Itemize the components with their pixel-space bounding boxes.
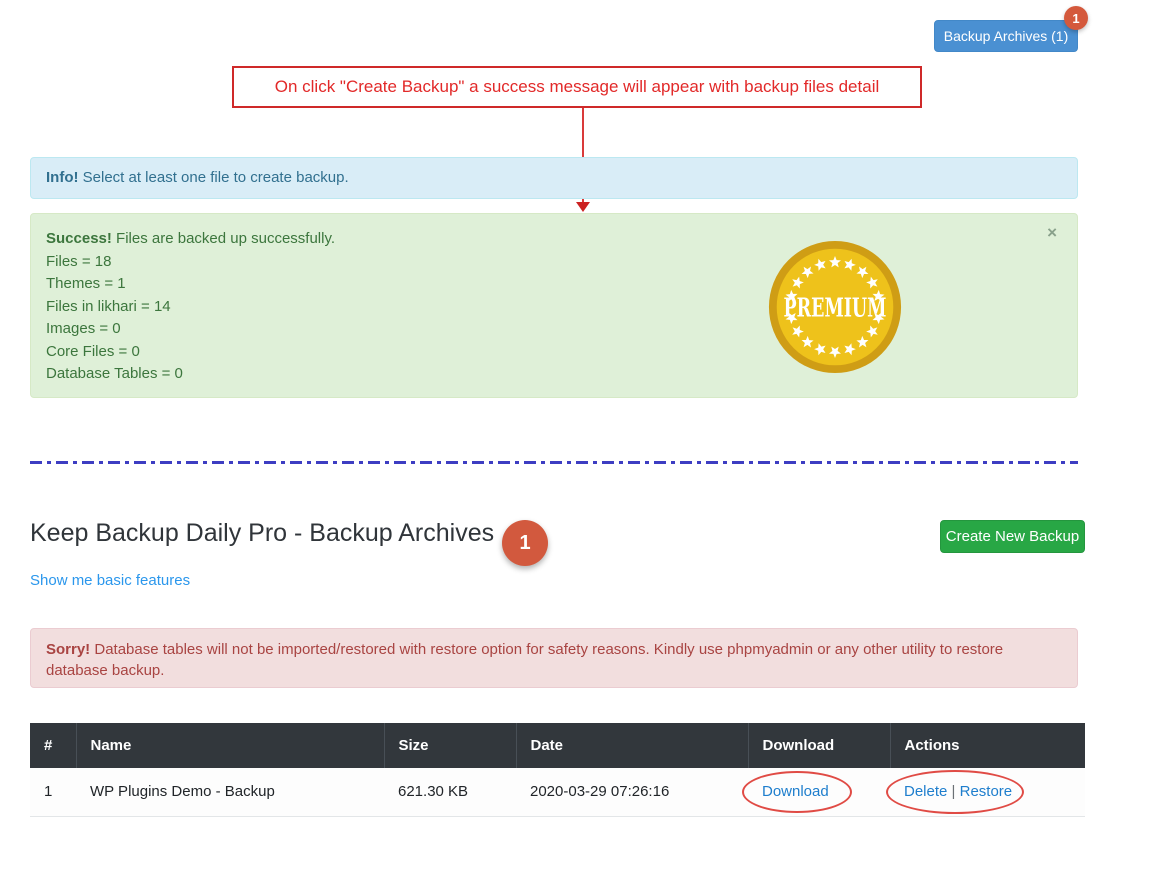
warning-alert-message: Database tables will not be imported/res…: [46, 641, 1003, 679]
info-alert-title: Info!: [46, 169, 78, 186]
success-alert-title: Success!: [46, 230, 112, 247]
annotation-callout: On click "Create Backup" a success messa…: [232, 66, 922, 108]
annotation-callout-text: On click "Create Backup" a success messa…: [275, 77, 880, 97]
success-detail-line: Database Tables = 0: [46, 363, 1062, 386]
table-header: # Name Size Date Download Actions: [30, 723, 1085, 768]
row-actions-cell: Delete | Restore: [890, 768, 1085, 816]
success-detail-line: Files in likhari = 14: [46, 296, 1062, 319]
row-name-cell: WP Plugins Demo - Backup: [76, 768, 384, 816]
download-link[interactable]: Download: [762, 783, 829, 800]
create-new-backup-button[interactable]: Create New Backup: [940, 520, 1085, 553]
annotation-arrow-head-icon: [576, 202, 590, 212]
success-alert-message: Files are backed up successfully.: [112, 230, 335, 247]
info-alert-message: Select at least one file to create backu…: [78, 169, 348, 186]
table-row: 1 WP Plugins Demo - Backup 621.30 KB 202…: [30, 768, 1085, 816]
column-header-actions: Actions: [890, 723, 1085, 768]
success-alert: Success! Files are backed up successfull…: [30, 213, 1078, 398]
success-detail-line: Files = 18: [46, 251, 1062, 274]
link-separator: |: [952, 783, 956, 800]
row-index-cell: 1: [30, 768, 76, 816]
page-title: Keep Backup Daily Pro - Backup Archives: [30, 519, 494, 548]
info-alert: Info! Select at least one file to create…: [30, 157, 1078, 199]
close-icon[interactable]: ×: [1047, 224, 1057, 241]
column-header-download: Download: [748, 723, 890, 768]
success-detail-line: Core Files = 0: [46, 341, 1062, 364]
premium-badge-text: PREMIUM: [784, 293, 887, 324]
backup-archives-table: # Name Size Date Download Actions 1 WP P…: [30, 723, 1085, 817]
success-alert-headline: Success! Files are backed up successfull…: [46, 228, 1062, 251]
step-badge: 1: [502, 520, 548, 566]
success-detail-line: Images = 0: [46, 318, 1062, 341]
show-basic-features-link[interactable]: Show me basic features: [30, 572, 190, 589]
backup-plugin-page: { "header": { "backup_archives_button": …: [0, 0, 1157, 887]
notification-badge: 1: [1064, 6, 1088, 30]
delete-link[interactable]: Delete: [904, 783, 947, 800]
row-size-cell: 621.30 KB: [384, 768, 516, 816]
warning-alert: Sorry! Database tables will not be impor…: [30, 628, 1078, 688]
row-date-cell: 2020-03-29 07:26:16: [516, 768, 748, 816]
restore-link[interactable]: Restore: [960, 783, 1013, 800]
column-header-date: Date: [516, 723, 748, 768]
row-download-cell: Download: [748, 768, 890, 816]
success-detail-line: Themes = 1: [46, 273, 1062, 296]
premium-badge-icon: PREMIUM: [767, 239, 903, 375]
warning-alert-title: Sorry!: [46, 641, 90, 658]
column-header-size: Size: [384, 723, 516, 768]
column-header-index: #: [30, 723, 76, 768]
section-divider: [30, 461, 1078, 464]
backup-archives-button[interactable]: Backup Archives (1): [934, 20, 1078, 52]
column-header-name: Name: [76, 723, 384, 768]
